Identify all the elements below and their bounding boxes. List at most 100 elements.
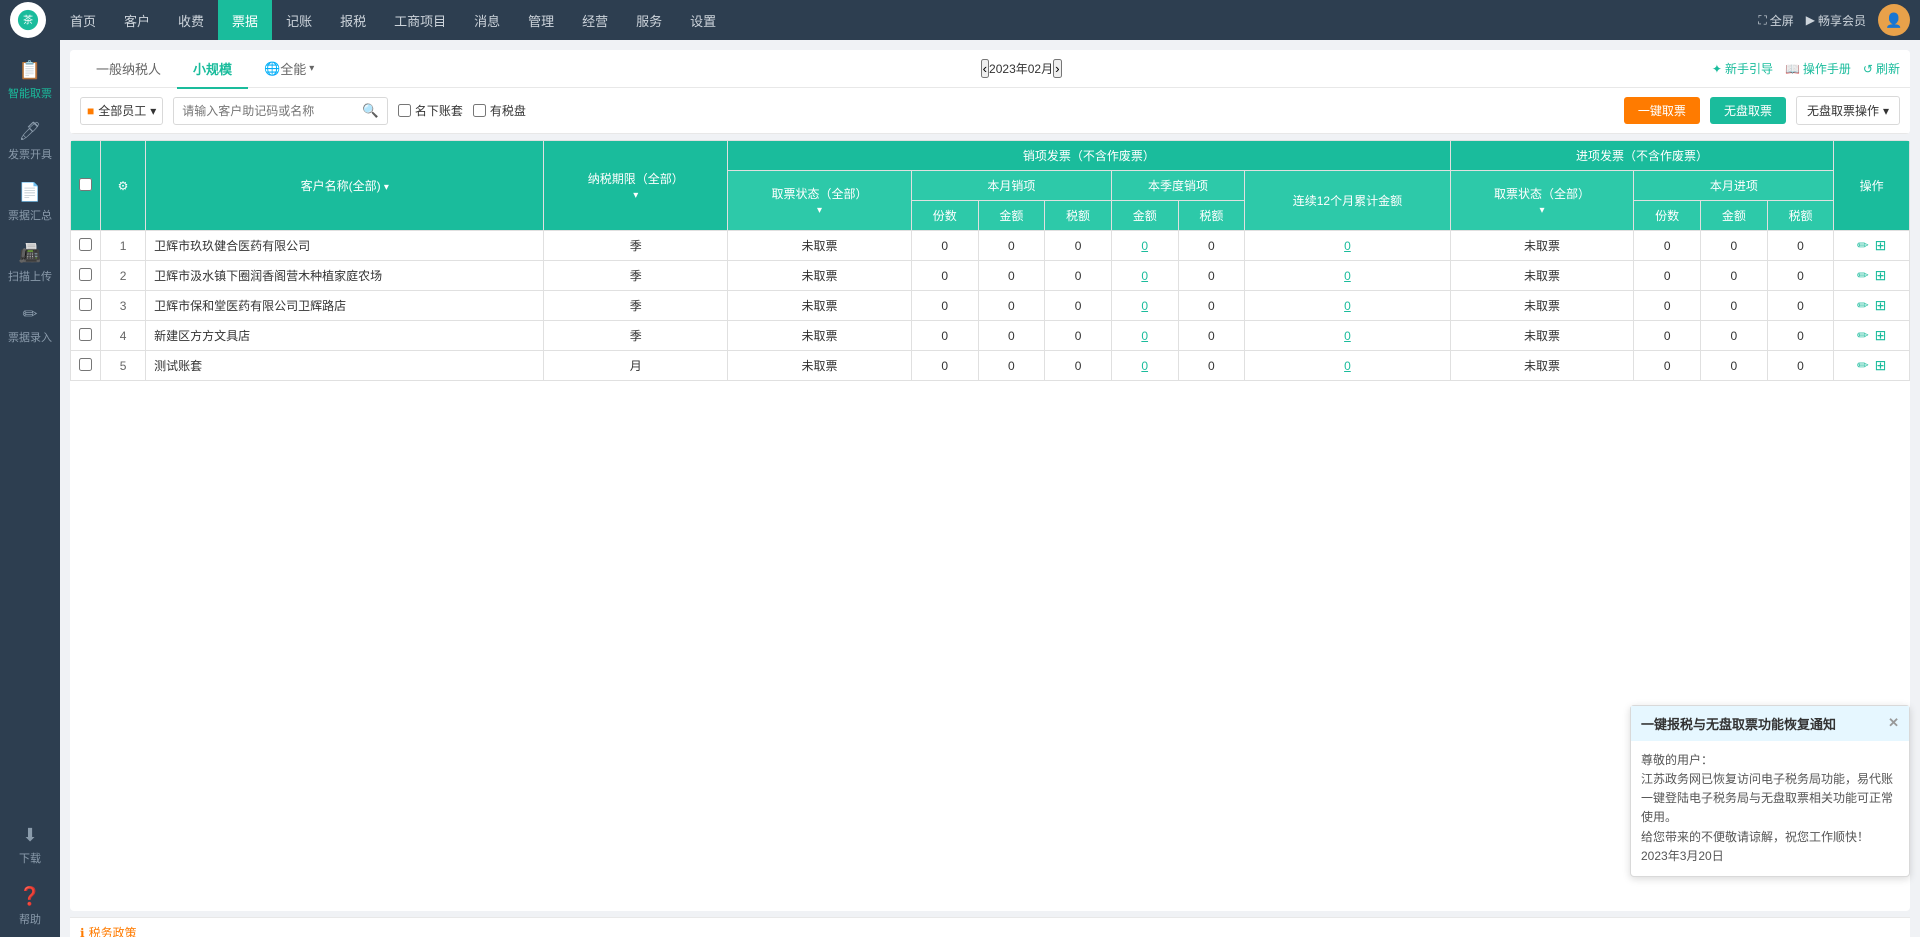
tab-small-scale[interactable]: 小规模 bbox=[177, 51, 248, 89]
edit-icon[interactable]: ✏ bbox=[1857, 267, 1869, 284]
one-click-btn[interactable]: 一键取票 bbox=[1624, 97, 1700, 124]
nav-item-工商项目[interactable]: 工商项目 bbox=[380, 0, 460, 40]
nav-item-收费[interactable]: 收费 bbox=[164, 0, 218, 40]
period-filter-icon: ▾ bbox=[633, 190, 638, 201]
sidebar-item-扫描上传[interactable]: 📠扫描上传 bbox=[0, 233, 60, 294]
sidebar-icon: 🖊 bbox=[19, 121, 42, 142]
search-input[interactable] bbox=[174, 104, 354, 118]
select-all-checkbox[interactable] bbox=[79, 178, 92, 191]
nav-item-管理[interactable]: 管理 bbox=[514, 0, 568, 40]
sidebar-item-发票开具[interactable]: 🖊发票开具 bbox=[0, 111, 60, 172]
nav-items: 首页客户收费票据记账报税工商项目消息管理经营服务设置 bbox=[56, 0, 1758, 40]
th-sm-tax: 税额 bbox=[1045, 201, 1112, 231]
row-sales-status: 未取票 bbox=[728, 291, 912, 321]
row-tax-period: 季 bbox=[544, 261, 728, 291]
user-avatar[interactable]: 👤 bbox=[1878, 4, 1910, 36]
nav-item-设置[interactable]: 设置 bbox=[676, 0, 730, 40]
th-actions: 操作 bbox=[1834, 141, 1910, 231]
th-sales-quarter: 本季度销项 bbox=[1111, 171, 1244, 201]
row-im-count: 0 bbox=[1634, 231, 1701, 261]
more-icon[interactable]: ⊞ bbox=[1875, 297, 1887, 314]
row-name: 测试账套 bbox=[146, 351, 544, 381]
row-checkbox-cell[interactable] bbox=[71, 321, 101, 351]
employee-filter[interactable]: ■ 全部员工 ▾ bbox=[80, 97, 163, 125]
row-index: 2 bbox=[101, 261, 146, 291]
row-sq-tax: 0 bbox=[1178, 321, 1245, 351]
row-sm-amount: 0 bbox=[978, 321, 1045, 351]
edit-icon[interactable]: ✏ bbox=[1857, 237, 1869, 254]
row-income-status: 未取票 bbox=[1450, 231, 1634, 261]
row-im-tax: 0 bbox=[1767, 351, 1834, 381]
row-sales-status: 未取票 bbox=[728, 321, 912, 351]
my-accounts-checkbox[interactable] bbox=[398, 104, 411, 117]
sidebar-bottom-下载[interactable]: ⬇下载 bbox=[0, 815, 60, 876]
fullscreen-tool[interactable]: ⛶ 全屏 bbox=[1758, 12, 1793, 29]
table-row: 2 卫辉市汲水镇下圈润香阁营木种植家庭农场 季 未取票 0 0 0 0 0 0 … bbox=[71, 261, 1910, 291]
row-year-amount: 0 bbox=[1245, 261, 1450, 291]
row-income-status: 未取票 bbox=[1450, 351, 1634, 381]
nav-item-记账[interactable]: 记账 bbox=[272, 0, 326, 40]
row-checkbox-cell[interactable] bbox=[71, 231, 101, 261]
income-status-filter: ▾ bbox=[1539, 205, 1544, 216]
row-checkbox-cell[interactable] bbox=[71, 291, 101, 321]
th-sales-group: 销项发票（不含作废票） bbox=[728, 141, 1450, 171]
row-checkbox-cell[interactable] bbox=[71, 261, 101, 291]
notification-title: 一键报税与无盘取票功能恢复通知 bbox=[1641, 714, 1836, 733]
period-next-btn[interactable]: › bbox=[1053, 59, 1061, 78]
row-im-amount: 0 bbox=[1701, 351, 1768, 381]
nav-item-首页[interactable]: 首页 bbox=[56, 0, 110, 40]
diskless-btn[interactable]: 无盘取票 bbox=[1710, 97, 1786, 124]
globe-icon: 🌐 bbox=[264, 61, 280, 77]
th-sales-status: 取票状态（全部） ▾ bbox=[728, 171, 912, 231]
tab-period-card: 一般纳税人 小规模 🌐 全能 ▾ ‹ 2023年02月 › bbox=[70, 50, 1910, 134]
nav-item-服务[interactable]: 服务 bbox=[622, 0, 676, 40]
tab-general-taxpayer[interactable]: 一般纳税人 bbox=[80, 51, 177, 89]
refresh-link[interactable]: ↺ 刷新 bbox=[1863, 60, 1900, 77]
sidebar-item-票据录入[interactable]: ✏票据录入 bbox=[0, 294, 60, 355]
table-row: 5 测试账套 月 未取票 0 0 0 0 0 0 未取票 0 0 0 ✏ ⊞ bbox=[71, 351, 1910, 381]
more-icon[interactable]: ⊞ bbox=[1875, 237, 1887, 254]
edit-icon[interactable]: ✏ bbox=[1857, 327, 1869, 344]
period-nav: ‹ 2023年02月 › bbox=[330, 59, 1712, 78]
row-year-amount: 0 bbox=[1245, 321, 1450, 351]
row-sq-amount: 0 bbox=[1111, 231, 1178, 261]
row-im-count: 0 bbox=[1634, 291, 1701, 321]
th-income-status: 取票状态（全部） ▾ bbox=[1450, 171, 1634, 231]
more-icon[interactable]: ⊞ bbox=[1875, 327, 1887, 344]
nav-item-报税[interactable]: 报税 bbox=[326, 0, 380, 40]
member-tool[interactable]: ▶ 畅享会员 bbox=[1806, 12, 1866, 29]
tab-bar: 一般纳税人 小规模 🌐 全能 ▾ bbox=[80, 50, 330, 88]
has-tax-disk-filter[interactable]: 有税盘 bbox=[473, 102, 526, 119]
row-sm-tax: 0 bbox=[1045, 261, 1112, 291]
search-button[interactable]: 🔍 bbox=[354, 98, 387, 124]
nav-item-经营[interactable]: 经营 bbox=[568, 0, 622, 40]
th-sq-amount: 金额 bbox=[1111, 201, 1178, 231]
row-actions-cell: ✏ ⊞ bbox=[1834, 321, 1910, 351]
manual-link[interactable]: 📖 操作手册 bbox=[1785, 60, 1851, 77]
my-accounts-filter[interactable]: 名下账套 bbox=[398, 102, 463, 119]
diskless-ops-btn[interactable]: 无盘取票操作 ▾ bbox=[1796, 96, 1900, 125]
sidebar: 📋智能取票🖊发票开具📄票据汇总📠扫描上传✏票据录入 ⬇下载❓帮助 bbox=[0, 40, 60, 937]
sidebar-item-票据汇总[interactable]: 📄票据汇总 bbox=[0, 172, 60, 233]
edit-icon[interactable]: ✏ bbox=[1857, 357, 1869, 374]
row-checkbox-cell[interactable] bbox=[71, 351, 101, 381]
sidebar-item-智能取票[interactable]: 📋智能取票 bbox=[0, 50, 60, 111]
more-icon[interactable]: ⊞ bbox=[1875, 357, 1887, 374]
more-icon[interactable]: ⊞ bbox=[1875, 267, 1887, 284]
has-tax-disk-checkbox[interactable] bbox=[473, 104, 486, 117]
nav-item-消息[interactable]: 消息 bbox=[460, 0, 514, 40]
nav-item-客户[interactable]: 客户 bbox=[110, 0, 164, 40]
tax-policy-link[interactable]: ℹ 税务政策 bbox=[80, 924, 137, 937]
period-prev-btn[interactable]: ‹ bbox=[981, 59, 989, 78]
nav-item-票据[interactable]: 票据 bbox=[218, 0, 272, 40]
sidebar-bottom-icon: ❓ bbox=[19, 886, 41, 907]
new-guide-link[interactable]: ✦ 新手引导 bbox=[1712, 60, 1773, 77]
sidebar-bottom-帮助[interactable]: ❓帮助 bbox=[0, 876, 60, 937]
row-im-tax: 0 bbox=[1767, 261, 1834, 291]
row-sq-amount: 0 bbox=[1111, 291, 1178, 321]
tab-all[interactable]: 🌐 全能 ▾ bbox=[248, 51, 330, 89]
edit-icon[interactable]: ✏ bbox=[1857, 297, 1869, 314]
row-year-amount: 0 bbox=[1245, 351, 1450, 381]
th-sales-year: 连续12个月累计金额 bbox=[1245, 171, 1450, 231]
notification-close-btn[interactable]: ✕ bbox=[1888, 715, 1899, 731]
